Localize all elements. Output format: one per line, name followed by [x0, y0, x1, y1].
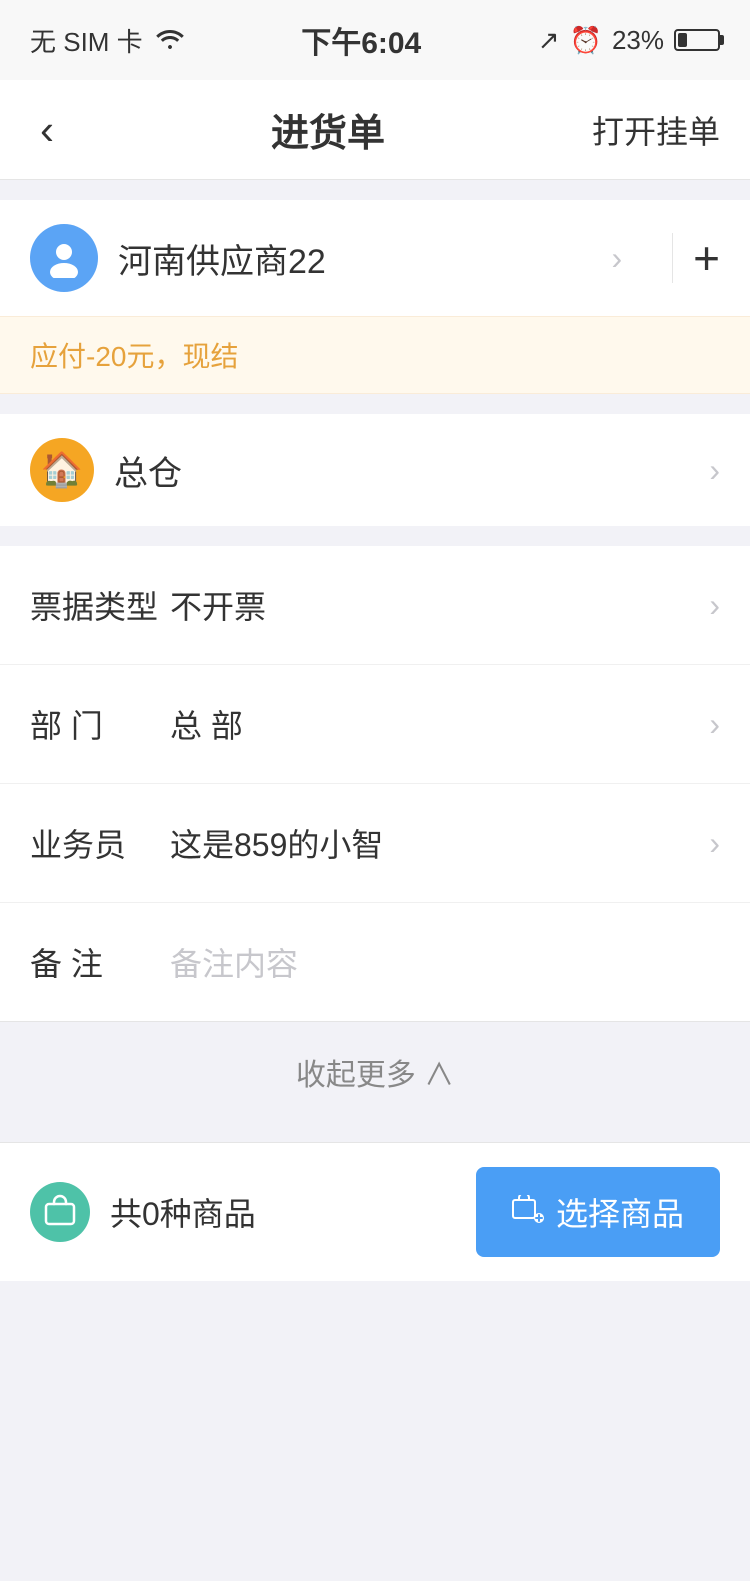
alarm-icon: ⏰ [570, 25, 602, 56]
invoice-arrow-icon: › [709, 587, 720, 624]
status-left: 无 SIM 卡 [30, 22, 185, 59]
notice-banner: 应付-20元，现结 [0, 316, 750, 394]
department-arrow-icon: › [709, 706, 720, 743]
page-background [0, 1281, 750, 1581]
salesperson-arrow-icon: › [709, 825, 720, 862]
department-label: 部 门 [30, 701, 160, 747]
page-title: 进货单 [271, 102, 385, 157]
warehouse-arrow-icon: › [709, 452, 720, 489]
product-count: 共0种商品 [110, 1189, 476, 1235]
collapse-button[interactable]: 收起更多 ∧ [0, 1021, 750, 1122]
vertical-divider [672, 233, 673, 283]
form-row-invoice[interactable]: 票据类型 不开票 › [0, 546, 750, 664]
form-row-salesperson[interactable]: 业务员 这是859的小智 › [0, 783, 750, 902]
battery-label: 23% [612, 25, 664, 56]
select-product-button[interactable]: 选择商品 [476, 1167, 720, 1257]
salesperson-value: 这是859的小智 [160, 820, 709, 866]
remark-value[interactable]: 备注内容 [160, 939, 720, 985]
form-section: 票据类型 不开票 › 部 门 总 部 › 业务员 这是859的小智 › 备 注 … [0, 546, 750, 1021]
battery-bar [674, 29, 720, 51]
warehouse-row[interactable]: 🏠 总仓 › [0, 414, 750, 526]
section-divider-3 [0, 526, 750, 546]
battery-fill [678, 33, 687, 47]
invoice-label: 票据类型 [30, 582, 160, 628]
form-row-department[interactable]: 部 门 总 部 › [0, 664, 750, 783]
bottom-bar: 共0种商品 选择商品 [0, 1142, 750, 1281]
invoice-value: 不开票 [160, 582, 709, 628]
warehouse-icon: 🏠 [30, 438, 94, 502]
supplier-avatar-icon [44, 238, 84, 278]
product-icon [30, 1182, 90, 1242]
form-row-remark[interactable]: 备 注 备注内容 [0, 902, 750, 1021]
warehouse-icon-inner: 🏠 [41, 450, 83, 490]
remark-label: 备 注 [30, 939, 160, 985]
warehouse-name: 总仓 [114, 446, 709, 495]
department-value: 总 部 [160, 701, 709, 747]
select-product-icon [512, 1194, 544, 1231]
supplier-row[interactable]: 河南供应商22 › + [0, 200, 750, 316]
status-bar: 无 SIM 卡 下午6:04 ↗ ⏰ 23% [0, 0, 750, 80]
back-button[interactable]: ‹ [30, 96, 64, 164]
status-right: ↗ ⏰ 23% [538, 25, 720, 56]
cart-icon [42, 1194, 78, 1230]
nav-bar: ‹ 进货单 打开挂单 [0, 80, 750, 180]
select-product-label: 选择商品 [556, 1189, 684, 1235]
supplier-arrow-icon: › [611, 240, 622, 277]
warehouse-section: 🏠 总仓 › [0, 414, 750, 526]
carrier-label: 无 SIM 卡 [30, 22, 143, 59]
time-label: 下午6:04 [301, 18, 421, 62]
section-divider-1 [0, 180, 750, 200]
supplier-section: 河南供应商22 › + 应付-20元，现结 [0, 200, 750, 394]
wifi-icon [155, 25, 185, 56]
open-pending-button[interactable]: 打开挂单 [592, 107, 720, 153]
location-icon: ↗ [538, 25, 560, 56]
supplier-name: 河南供应商22 [118, 234, 611, 283]
section-divider-2 [0, 394, 750, 414]
supplier-avatar [30, 224, 98, 292]
add-supplier-button[interactable]: + [693, 235, 720, 281]
salesperson-label: 业务员 [30, 820, 160, 866]
